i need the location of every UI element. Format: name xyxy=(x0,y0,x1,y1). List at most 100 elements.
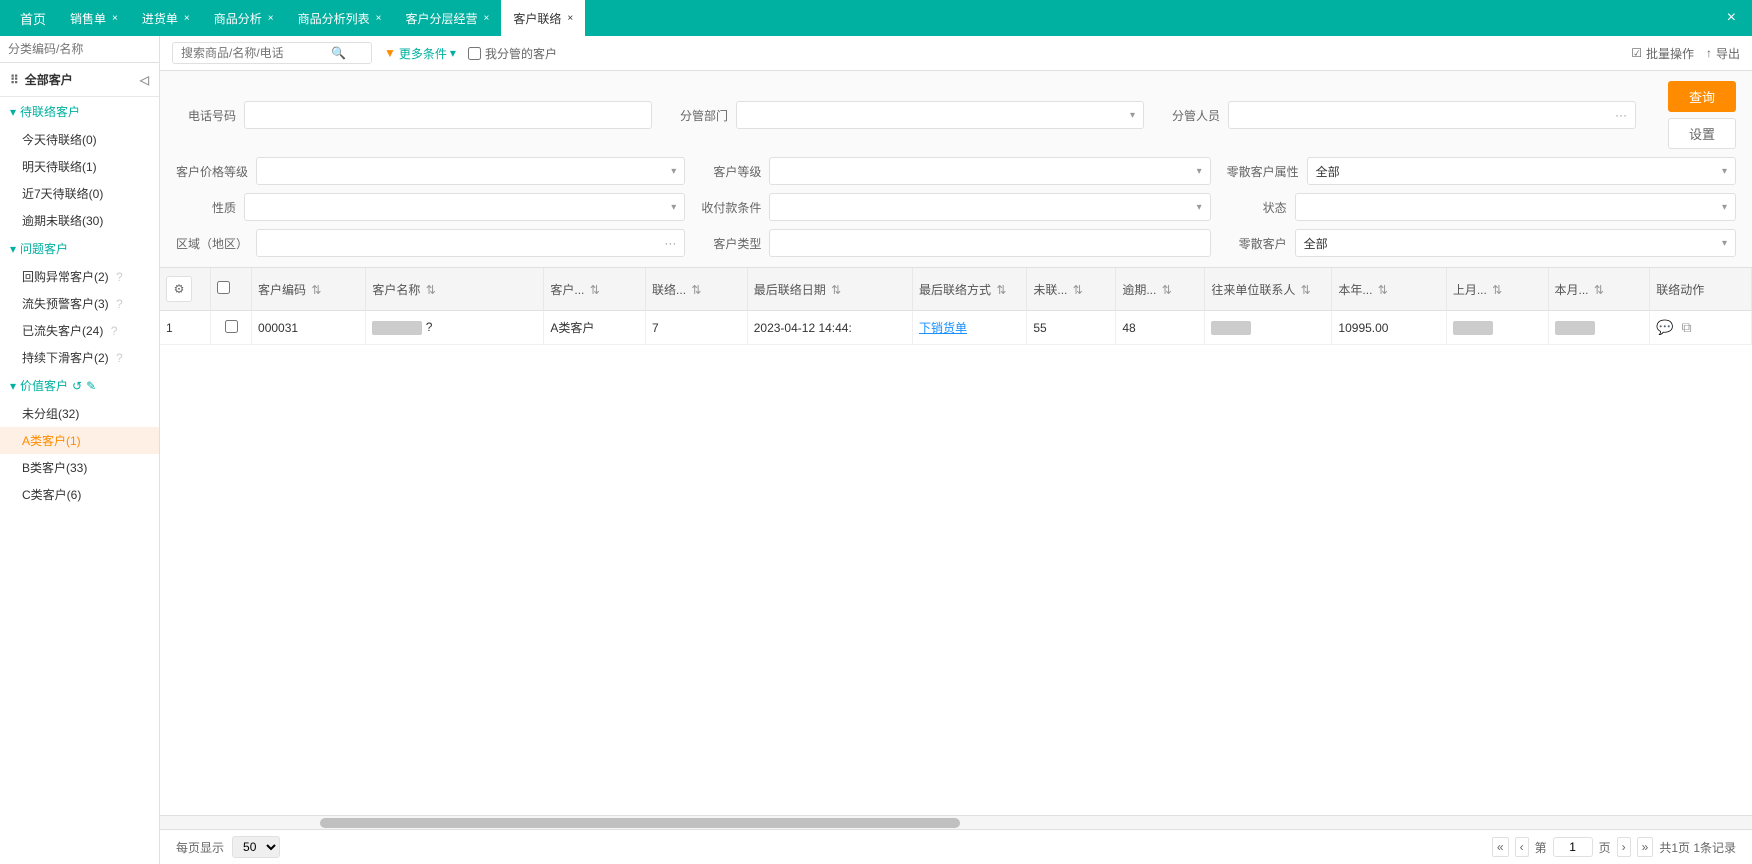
close-segment-tab[interactable]: × xyxy=(483,13,489,24)
nature-select[interactable]: ▾ xyxy=(244,193,685,221)
person-input[interactable]: ··· xyxy=(1228,101,1636,129)
th-overdue[interactable]: 逾期... ⇅ xyxy=(1116,268,1205,311)
nav-home[interactable]: 首页 xyxy=(8,0,58,36)
th-thismonth[interactable]: 本月... ⇅ xyxy=(1548,268,1650,311)
export-btn[interactable]: ↑ 导出 xyxy=(1706,45,1740,62)
th-type[interactable]: 客户... ⇅ xyxy=(544,268,646,311)
sidebar-item-churned[interactable]: 已流失客户(24) ? xyxy=(0,317,159,344)
close-contact-tab[interactable]: × xyxy=(567,13,573,24)
page-input[interactable] xyxy=(1553,837,1593,857)
sidebar-item-7days[interactable]: 近7天待联络(0) xyxy=(0,180,159,207)
refresh-icon[interactable]: ↺ xyxy=(72,379,82,393)
th-contact[interactable]: 联络... ⇅ xyxy=(646,268,748,311)
more-filters-btn[interactable]: ▼ 更多条件 ▾ xyxy=(384,45,456,62)
th-lastway[interactable]: 最后联络方式 ⇅ xyxy=(912,268,1026,311)
retail-cust-select[interactable]: 全部 ▾ xyxy=(1295,229,1736,257)
th-lastmonth[interactable]: 上月... ⇅ xyxy=(1446,268,1548,311)
dept-chevron: ▾ xyxy=(1130,110,1135,121)
close-analysis-tab[interactable]: × xyxy=(268,13,274,24)
sort-icon-lastmonth: ⇅ xyxy=(1492,283,1502,297)
sidebar-item-c-class[interactable]: C类客户(6) xyxy=(0,481,159,508)
content-area: 🔍 ▼ 更多条件 ▾ 我分管的客户 ☑ 批量操作 ↑ 导出 xyxy=(160,36,1752,864)
price-level-select[interactable]: ▾ xyxy=(256,157,685,185)
cust-type-input[interactable] xyxy=(769,229,1210,257)
nav-tab-customer-contact[interactable]: 客户联络 × xyxy=(501,0,585,36)
sidebar-item-a-class[interactable]: A类客户(1) xyxy=(0,427,159,454)
sidebar-item-churn-warning[interactable]: 流失预警客户(3) ? xyxy=(0,290,159,317)
scroll-thumb[interactable] xyxy=(320,818,960,828)
chat-icon[interactable]: 💬 xyxy=(1656,319,1673,336)
horizontal-scrollbar[interactable] xyxy=(160,815,1752,829)
search-input[interactable] xyxy=(181,46,331,60)
lastmonth-blurred xyxy=(1453,321,1493,335)
query-button[interactable]: 查询 xyxy=(1668,81,1736,112)
sidebar-collapse-btn[interactable]: ◁ xyxy=(140,73,149,87)
person-label: 分管人员 xyxy=(1160,107,1220,124)
my-customers-checkbox[interactable] xyxy=(468,47,481,60)
section-pending-contact[interactable]: ▾ 待联络客户 xyxy=(0,97,159,126)
advanced-filters: 电话号码 分管部门 ▾ 分管人员 ··· 查询 设置 xyxy=(160,71,1752,268)
nav-tab-analysis[interactable]: 商品分析 × xyxy=(202,0,286,36)
pagination-bar: 每页显示 50 « ‹ 第 页 › » 共1页 1条记录 xyxy=(160,829,1752,864)
sort-icon-lastway: ⇅ xyxy=(996,283,1006,297)
section-value-customers[interactable]: ▾ 价值客户 ↺ ✎ xyxy=(0,371,159,400)
nav-tab-sales[interactable]: 销售单 × xyxy=(58,0,130,36)
th-nolink[interactable]: 未联... ⇅ xyxy=(1027,268,1116,311)
th-code[interactable]: 客户编码 ⇅ xyxy=(252,268,366,311)
th-contacts[interactable]: 往来单位联系人 ⇅ xyxy=(1205,268,1332,311)
sidebar-item-declining[interactable]: 持续下滑客户(2) ? xyxy=(0,344,159,371)
first-page-btn[interactable]: « xyxy=(1492,837,1509,857)
close-sales-tab[interactable]: × xyxy=(112,13,118,24)
status-select[interactable]: ▾ xyxy=(1295,193,1736,221)
dept-label: 分管部门 xyxy=(668,107,728,124)
th-name[interactable]: 客户名称 ⇅ xyxy=(366,268,544,311)
select-all-checkbox[interactable] xyxy=(217,281,230,294)
row-checkbox[interactable] xyxy=(225,320,238,333)
sidebar-search-input[interactable] xyxy=(8,42,160,56)
sidebar-item-today[interactable]: 今天待联络(0) xyxy=(0,126,159,153)
sidebar-item-tomorrow[interactable]: 明天待联络(1) xyxy=(0,153,159,180)
close-purchase-tab[interactable]: × xyxy=(184,13,190,24)
sidebar-item-repurchase-abnormal[interactable]: 回购异常客户(2) ? xyxy=(0,263,159,290)
chevron-down-icon: ▾ xyxy=(450,46,456,60)
nav-tab-purchase[interactable]: 进货单 × xyxy=(130,0,202,36)
thismonth-blurred xyxy=(1555,321,1595,335)
phone-input[interactable] xyxy=(244,101,652,129)
prev-page-btn[interactable]: ‹ xyxy=(1515,837,1529,857)
batch-ops-btn[interactable]: ☑ 批量操作 xyxy=(1631,45,1694,62)
search-icon-main[interactable]: 🔍 xyxy=(331,46,346,60)
close-analysis-list-tab[interactable]: × xyxy=(376,13,382,24)
last-page-btn[interactable]: » xyxy=(1637,837,1654,857)
help-icon-3: ? xyxy=(111,324,118,338)
nav-tab-analysis-list[interactable]: 商品分析列表 × xyxy=(286,0,394,36)
sidebar-item-overdue[interactable]: 逾期未联络(30) xyxy=(0,207,159,234)
td-lastmonth xyxy=(1446,311,1548,345)
page-label: 第 xyxy=(1535,839,1547,856)
sidebar-item-b-class[interactable]: B类客户(33) xyxy=(0,454,159,481)
lastway-link[interactable]: 下销货单 xyxy=(919,321,967,335)
th-thisyear[interactable]: 本年... ⇅ xyxy=(1332,268,1446,311)
my-customers-filter[interactable]: 我分管的客户 xyxy=(468,45,557,62)
td-check[interactable] xyxy=(211,311,252,345)
section-problem-customers[interactable]: ▾ 问题客户 xyxy=(0,234,159,263)
table-settings-icon[interactable]: ⚙ xyxy=(166,276,192,302)
nav-tab-customer-segment[interactable]: 客户分层经营 × xyxy=(393,0,501,36)
close-window-btn[interactable]: × xyxy=(1719,9,1744,27)
per-page-select[interactable]: 50 xyxy=(232,836,280,858)
filter-search-box[interactable]: 🔍 xyxy=(172,42,372,64)
price-level-chevron: ▾ xyxy=(671,166,676,177)
edit-icon[interactable]: ✎ xyxy=(86,379,96,393)
dept-select[interactable]: ▾ xyxy=(736,101,1144,129)
table-header-row: ⚙ 客户编码 ⇅ 客户名称 ⇅ xyxy=(160,268,1752,311)
retail-attr-select[interactable]: 全部 ▾ xyxy=(1307,157,1736,185)
link-icon[interactable]: ⧉ xyxy=(1682,319,1692,336)
sidebar-item-ungrouped[interactable]: 未分组(32) xyxy=(0,400,159,427)
payment-select[interactable]: ▾ xyxy=(769,193,1210,221)
region-input[interactable]: ··· xyxy=(256,229,685,257)
settings-button[interactable]: 设置 xyxy=(1668,118,1736,149)
status-label: 状态 xyxy=(1227,199,1287,216)
th-lastdate[interactable]: 最后联络日期 ⇅ xyxy=(747,268,912,311)
region-label: 区域（地区） xyxy=(176,235,248,252)
cust-level-select[interactable]: ▾ xyxy=(769,157,1210,185)
next-page-btn[interactable]: › xyxy=(1617,837,1631,857)
